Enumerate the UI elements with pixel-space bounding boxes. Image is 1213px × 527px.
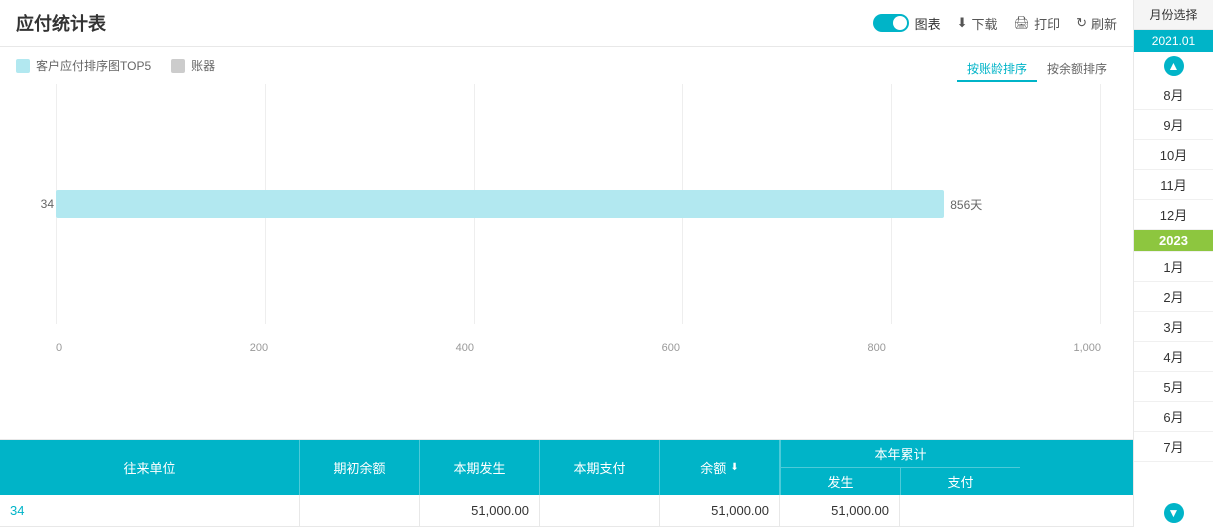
year-marker-2023[interactable]: 2023 [1134,230,1213,252]
download-label: 下载 [972,14,998,33]
print-button[interactable]: 🖨 打印 [1014,14,1061,33]
month-item-1[interactable]: 1月 [1134,252,1213,282]
header-actions: 图表 ⬇ 下载 🖨 打印 ↻ 刷新 [873,14,1117,33]
print-icon: 🖨 [1014,15,1031,31]
x-tick-400: 400 [456,342,474,354]
download-icon: ⬇ [957,15,968,31]
td-yue: 51,000.00 [660,495,780,526]
bar-row: 34 856天 [56,190,1101,218]
month-item-10[interactable]: 10月 [1134,140,1213,170]
th-group-bottom: 发生 支付 [781,468,1020,495]
month-item-2[interactable]: 2月 [1134,282,1213,312]
legend-item-2: 账器 [171,57,215,74]
yue-icon: ⬇ [730,462,738,473]
table-section: 往来单位 期初余额 本期发生 本期支付 余额 ⬇ 本年累计 发生 支付 [0,439,1133,527]
legend-label-2: 账器 [191,57,215,74]
month-item-8[interactable]: 8月 [1134,80,1213,110]
nav-down-button[interactable]: ▼ [1164,503,1184,523]
sidebar-nav-bottom: ▼ [1134,499,1213,527]
th-unit: 往来单位 [0,440,300,495]
header: 应付统计表 图表 ⬇ 下载 🖨 打印 ↻ 刷新 [0,0,1133,47]
td-faqisheng: 51,000.00 [420,495,540,526]
refresh-label: 刷新 [1091,14,1117,33]
month-item-4[interactable]: 4月 [1134,342,1213,372]
th-zhifu: 本期支付 [540,440,660,495]
x-tick-200: 200 [250,342,268,354]
month-item-6[interactable]: 6月 [1134,402,1213,432]
main-container: 应付统计表 图表 ⬇ 下载 🖨 打印 ↻ 刷新 [0,0,1213,527]
th-nian-faqisheng: 发生 [781,468,901,495]
sort-tab-balance[interactable]: 按余额排序 [1037,57,1117,82]
month-item-3[interactable]: 3月 [1134,312,1213,342]
sort-tabs: 按账龄排序 按余额排序 [957,57,1117,82]
th-nian-zhifu: 支付 [901,468,1020,495]
td-qichu [300,495,420,526]
unit-link[interactable]: 34 [10,503,24,518]
legend-label-1: 客户应付排序图TOP5 [36,57,151,74]
legend-color-1 [16,59,30,73]
month-list: 8月 9月 10月 11月 12月 2023 1月 2月 3月 4月 5月 6月… [1134,80,1213,499]
sidebar-header: 月份选择 [1134,0,1213,30]
td-nian-faqisheng: 51,000.00 [780,495,900,526]
nav-up-button[interactable]: ▲ [1164,56,1184,76]
sidebar: 月份选择 2021.01 ▲ 8月 9月 10月 11月 12月 2023 1月… [1133,0,1213,527]
month-item-11[interactable]: 11月 [1134,170,1213,200]
chart-toggle[interactable] [873,14,909,32]
td-unit: 34 [0,495,300,526]
td-nian-zhifu [900,495,1020,526]
th-group-top: 本年累计 [781,440,1020,468]
th-faqisheng: 本期发生 [420,440,540,495]
download-button[interactable]: ⬇ 下载 [957,14,998,33]
bar [56,190,944,218]
chart-inner: 34 856天 [56,84,1101,324]
th-qichu: 期初余额 [300,440,420,495]
td-zhifu [540,495,660,526]
table-header-row1: 往来单位 期初余额 本期发生 本期支付 余额 ⬇ 本年累计 发生 支付 [0,440,1133,495]
chart-label: 图表 [915,14,941,33]
th-group-nian: 本年累计 发生 支付 [780,440,1020,495]
legend-color-2 [171,59,185,73]
sidebar-date: 2021.01 [1134,30,1213,52]
chart-toggle-wrap: 图表 [873,14,941,33]
chart-section: 客户应付排序图TOP5 账器 按账龄排序 按余额排序 [0,47,1133,439]
bar-end-label: 856天 [950,196,982,213]
chart-wrap: 34 856天 0 200 400 600 800 1,000 [16,84,1117,354]
sidebar-nav-top: ▲ [1134,52,1213,80]
x-axis: 0 200 400 600 800 1,000 [56,342,1101,354]
x-tick-1000: 1,000 [1073,342,1101,354]
month-item-12[interactable]: 12月 [1134,200,1213,230]
print-label: 打印 [1034,14,1060,33]
content-area: 应付统计表 图表 ⬇ 下载 🖨 打印 ↻ 刷新 [0,0,1133,527]
page-title: 应付统计表 [16,10,106,36]
chart-legend: 客户应付排序图TOP5 账器 [16,57,1117,74]
refresh-icon: ↻ [1076,15,1087,31]
legend-item-1: 客户应付排序图TOP5 [16,57,151,74]
table-row: 34 51,000.00 51,000.00 51,000.00 [0,495,1133,527]
x-tick-0: 0 [56,342,62,354]
x-tick-800: 800 [868,342,886,354]
bar-label: 34 [16,197,54,211]
month-item-9[interactable]: 9月 [1134,110,1213,140]
month-item-5[interactable]: 5月 [1134,372,1213,402]
th-yue: 余额 ⬇ [660,440,780,495]
sort-tab-age[interactable]: 按账龄排序 [957,57,1037,82]
refresh-button[interactable]: ↻ 刷新 [1076,14,1117,33]
x-tick-600: 600 [662,342,680,354]
month-item-7[interactable]: 7月 [1134,432,1213,462]
